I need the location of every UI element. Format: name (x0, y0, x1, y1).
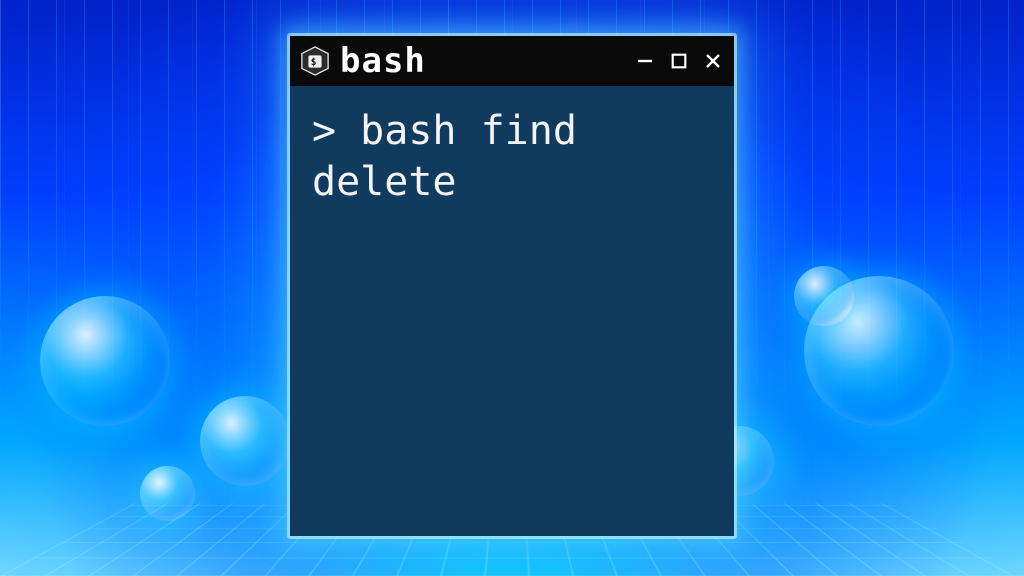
window-title: bash (340, 44, 626, 78)
minimize-button[interactable] (634, 50, 656, 72)
close-button[interactable] (702, 50, 724, 72)
background-orb (794, 266, 854, 326)
terminal-body[interactable]: > bash find delete (290, 86, 734, 536)
maximize-button[interactable] (668, 50, 690, 72)
svg-text:$: $ (311, 57, 317, 68)
background-orb (40, 296, 170, 426)
background-orb (140, 466, 195, 521)
window-titlebar[interactable]: $ bash (290, 36, 734, 86)
prompt: > (312, 108, 360, 154)
terminal-window[interactable]: $ bash > bash find delete (290, 36, 734, 536)
background-orb (200, 396, 290, 486)
bash-terminal-icon: $ (298, 44, 332, 78)
window-controls (634, 50, 724, 72)
